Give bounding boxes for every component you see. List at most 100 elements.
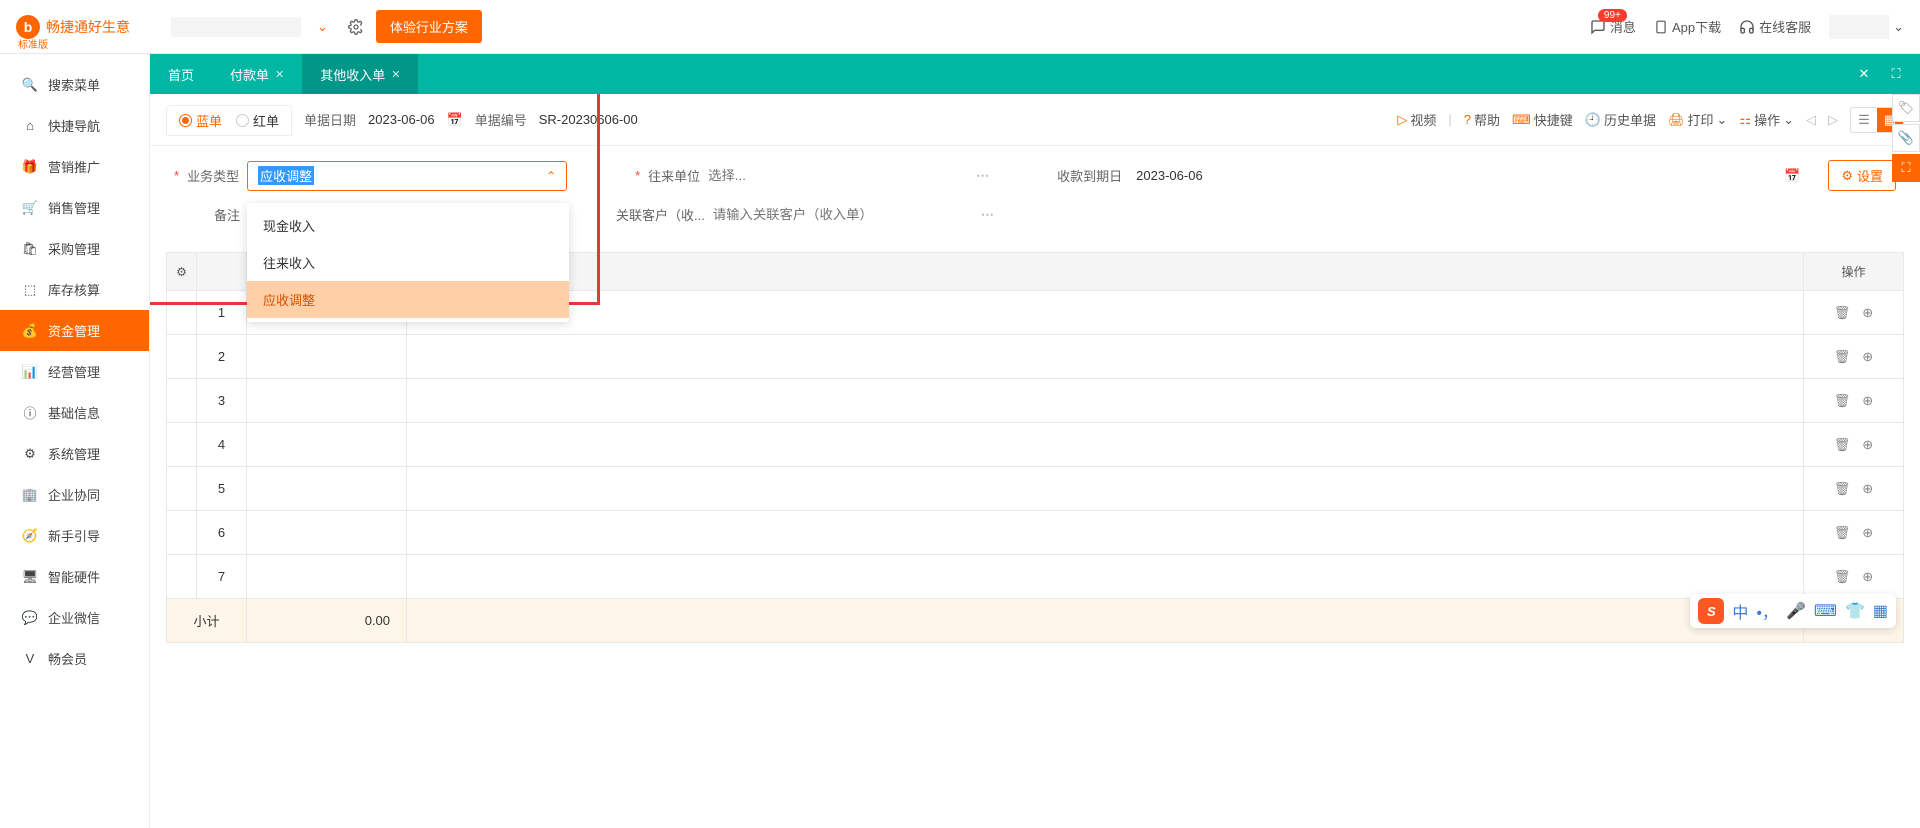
tag-button[interactable]: 🏷 [1892,94,1920,122]
prev-button[interactable]: ◁ [1806,112,1816,128]
gear-icon[interactable] [348,19,364,35]
table-row[interactable]: 5 🗑 ⊕ [167,467,1904,511]
settings-column-header[interactable]: ⚙ [167,253,197,291]
biz-type-value: 应收调整 [258,166,314,185]
headset-icon [1739,19,1755,35]
add-icon[interactable]: ⊕ [1862,569,1873,585]
tab-other-income[interactable]: 其他收入单✕ [302,54,418,94]
calendar-icon[interactable]: 📅 [447,112,463,128]
operate-button[interactable]: ⚏操作⌄ [1739,110,1794,129]
messages-button[interactable]: 99+ 消息 [1590,17,1636,36]
partner-input[interactable] [708,168,968,183]
sidebar-item-marketing[interactable]: 🎁营销推广 [0,146,149,187]
tab-payment[interactable]: 付款单✕ [212,54,302,94]
sidebar-item-system[interactable]: ⚙系统管理 [0,433,149,474]
delete-icon[interactable]: 🗑 [1834,525,1851,541]
ime-toolbox-icon[interactable]: ▦ [1873,601,1888,621]
next-button[interactable]: ▷ [1828,112,1838,128]
calendar-icon[interactable]: 📅 [1784,168,1800,184]
ime-toolbar: S 中 •， 🎤 ⌨ 👕 ▦ [1690,594,1896,628]
shortcut-button[interactable]: ⌨快捷键 [1512,110,1573,129]
remark-field: 备注 [214,205,240,224]
ime-skin-icon[interactable]: 👕 [1845,601,1865,621]
online-service-button[interactable]: 在线客服 [1739,17,1811,36]
delete-icon[interactable]: 🗑 [1834,349,1851,365]
help-button[interactable]: ?帮助 [1464,110,1500,129]
cta-button[interactable]: 体验行业方案 [376,10,482,43]
tab-home[interactable]: 首页 [150,54,212,94]
attachment-button[interactable]: 📎 [1892,124,1920,152]
company-selector[interactable]: ⌄ [171,17,336,37]
grid-icon: ⚏ [1739,112,1751,128]
related-input[interactable] [713,207,973,222]
remark-label: 备注 [214,205,240,224]
close-icon[interactable]: ✕ [391,68,400,81]
list-view-button[interactable]: ☰ [1851,108,1877,132]
add-icon[interactable]: ⊕ [1862,393,1873,409]
sidebar-item-search[interactable]: 🔍搜索菜单 [0,64,149,105]
video-button[interactable]: ▷视频 [1397,110,1436,129]
close-icon[interactable]: ✕ [275,68,284,81]
sidebar-item-inventory[interactable]: ⬚库存核算 [0,269,149,310]
add-icon[interactable]: ⊕ [1862,349,1873,365]
member-icon: V [22,651,38,667]
red-doc-radio[interactable]: 红单 [236,111,279,130]
print-button[interactable]: 🖨打印⌄ [1668,110,1727,129]
delete-icon[interactable]: 🗑 [1834,437,1851,453]
close-all-icon[interactable]: ✕ [1852,62,1876,86]
sidebar-item-collab[interactable]: 🏢企业协同 [0,474,149,515]
delete-icon[interactable]: 🗑 [1834,481,1851,497]
sidebar-item-basic[interactable]: ⓘ基础信息 [0,392,149,433]
table-row[interactable]: 3 🗑 ⊕ [167,379,1904,423]
box-icon: ⬚ [22,282,38,298]
biz-type-label: 业务类型 [187,166,239,185]
add-icon[interactable]: ⊕ [1862,305,1873,321]
sidebar-item-purchase[interactable]: 🛍采购管理 [0,228,149,269]
more-icon[interactable]: ⋯ [981,207,994,223]
blank-header [407,253,1804,291]
delete-icon[interactable]: 🗑 [1834,569,1851,585]
add-icon[interactable]: ⊕ [1862,525,1873,541]
expand-button[interactable]: ⛶ [1892,154,1920,182]
ime-lang[interactable]: 中 [1732,599,1748,623]
bag-icon: 🛍 [22,241,38,257]
dropdown-item[interactable]: 现金收入 [247,207,569,244]
sogou-logo-icon[interactable]: S [1698,598,1724,624]
ime-mic-icon[interactable]: 🎤 [1786,601,1806,621]
delete-icon[interactable]: 🗑 [1834,393,1851,409]
table-row[interactable]: 4 🗑 ⊕ [167,423,1904,467]
table-row[interactable]: 2 🗑 ⊕ [167,335,1904,379]
ime-keyboard-icon[interactable]: ⌨ [1814,601,1837,621]
settings-button[interactable]: ⚙ 设置 [1828,160,1896,191]
expand-icon[interactable]: ⛶ [1884,62,1908,86]
biz-type-select[interactable]: 应收调整 ⌃ [247,161,567,191]
table-row[interactable]: 6 🗑 ⊕ [167,511,1904,555]
sidebar-item-sales[interactable]: 🛒销售管理 [0,187,149,228]
blue-doc-radio[interactable]: 蓝单 [179,111,222,130]
history-button[interactable]: 🕘历史单据 [1585,110,1656,129]
doc-date-value[interactable]: 2023-06-06 [368,112,435,127]
dropdown-item[interactable]: 应收调整 [247,281,569,318]
document-form: * 业务类型 应收调整 ⌃ 现金收入 往来收入 应收调整 [150,146,1920,252]
app-download-button[interactable]: App下载 [1654,17,1721,36]
sidebar-item-wechat[interactable]: 💬企业微信 [0,597,149,638]
main-area: 首页 付款单✕ 其他收入单✕ ✕ ⛶ 蓝单 红单 单据日期 2023-06-06… [150,54,1920,828]
sidebar-item-nav[interactable]: ⌂快捷导航 [0,105,149,146]
doc-no-value: SR-20230606-00 [539,112,638,127]
dropdown-item[interactable]: 往来收入 [247,244,569,281]
add-icon[interactable]: ⊕ [1862,481,1873,497]
gift-icon: 🎁 [22,159,38,175]
user-menu[interactable]: ⌄ [1829,15,1904,39]
more-icon[interactable]: ⋯ [976,168,989,184]
table-row[interactable]: 7 🗑 ⊕ [167,555,1904,599]
sidebar-item-hardware[interactable]: 🖥智能硬件 [0,556,149,597]
sidebar-item-guide[interactable]: 🧭新手引导 [0,515,149,556]
delete-icon[interactable]: 🗑 [1834,305,1851,321]
add-icon[interactable]: ⊕ [1862,437,1873,453]
due-date-value[interactable]: 2023-06-06 [1136,168,1203,183]
sidebar-item-finance[interactable]: 💰资金管理 [0,310,149,351]
sidebar-item-operation[interactable]: 📊经营管理 [0,351,149,392]
ime-punct-icon[interactable]: •， [1756,599,1778,623]
sidebar-item-member[interactable]: V畅会员 [0,638,149,679]
due-date-label: 收款到期日 [1057,166,1122,185]
